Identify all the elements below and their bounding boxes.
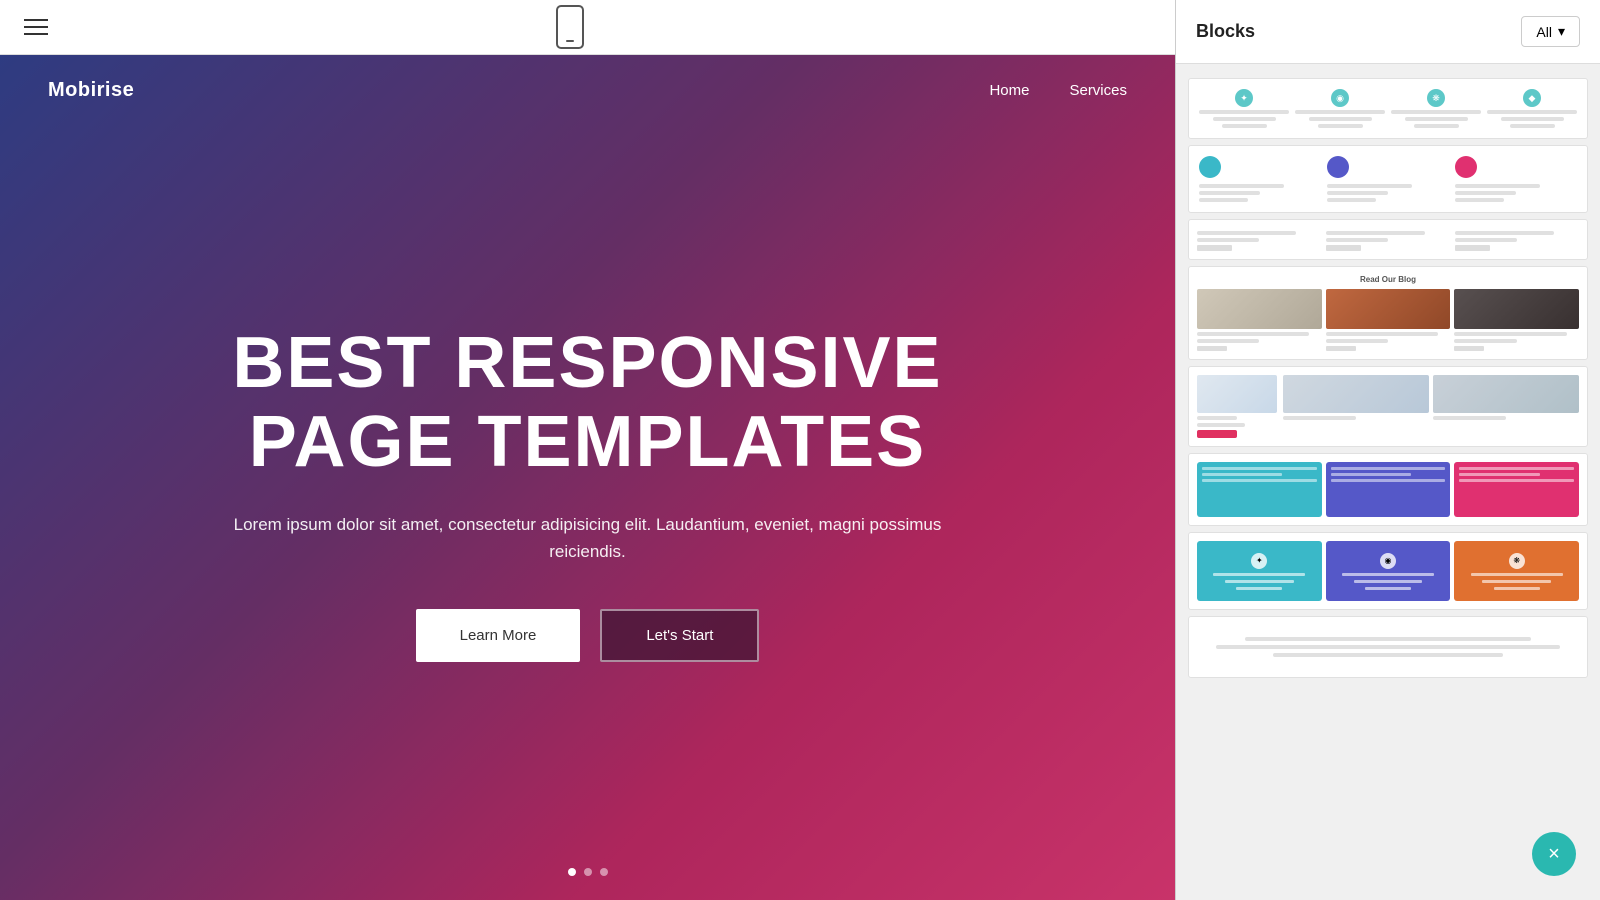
icon-1: ✦ bbox=[1235, 89, 1253, 107]
colorblock-teal: ✦ bbox=[1197, 541, 1322, 601]
blog-photo-2 bbox=[1326, 289, 1451, 329]
blocks-panel: Blocks All ▾ ✦ ◉ bbox=[1175, 0, 1600, 900]
article-img-3 bbox=[1433, 375, 1579, 413]
hero-title: BEST RESPONSIVE PAGE TEMPLATES bbox=[232, 324, 942, 482]
article-img-2 bbox=[1283, 375, 1429, 413]
icon-3: ❋ bbox=[1427, 89, 1445, 107]
carousel-dot-2[interactable] bbox=[584, 868, 592, 876]
block-thumbnail-photo-grid[interactable] bbox=[1188, 219, 1588, 260]
colorblock-icon-1: ✦ bbox=[1251, 553, 1267, 569]
block-thumbnail-color-blocks[interactable]: ✦ ◉ ❋ bbox=[1188, 532, 1588, 610]
block-thumbnail-circles[interactable] bbox=[1188, 145, 1588, 213]
colorblock-icon-3: ❋ bbox=[1509, 553, 1525, 569]
top-toolbar bbox=[0, 0, 1175, 55]
blocks-list: ✦ ◉ ❋ ◆ bbox=[1176, 64, 1600, 900]
block-thumbnail-icon-grid[interactable]: ✦ ◉ ❋ ◆ bbox=[1188, 78, 1588, 139]
phone-icon bbox=[556, 5, 584, 49]
blog-photo-3 bbox=[1454, 289, 1579, 329]
chevron-down-icon: ▾ bbox=[1558, 23, 1565, 40]
carousel-dot-1[interactable] bbox=[568, 868, 576, 876]
hero-section: Mobirise Home Services BEST RESPONSIVE P… bbox=[0, 55, 1175, 900]
device-preview-button[interactable] bbox=[556, 5, 584, 49]
block-thumbnail-blog[interactable]: Read Our Blog bbox=[1188, 266, 1588, 360]
blog-photo-1 bbox=[1197, 289, 1322, 329]
carousel-dots bbox=[568, 868, 608, 876]
blocks-title: Blocks bbox=[1196, 21, 1255, 42]
all-dropdown[interactable]: All ▾ bbox=[1521, 16, 1580, 47]
hero-buttons: Learn More Let's Start bbox=[416, 609, 760, 662]
lets-start-button[interactable]: Let's Start bbox=[600, 609, 759, 662]
service-card-pink bbox=[1454, 462, 1579, 517]
hamburger-icon[interactable] bbox=[24, 19, 48, 35]
service-card-teal bbox=[1197, 462, 1322, 517]
red-button bbox=[1197, 430, 1237, 438]
circle-blue bbox=[1327, 156, 1349, 178]
icon-2: ◉ bbox=[1331, 89, 1349, 107]
blog-header-text: Read Our Blog bbox=[1197, 275, 1579, 284]
editor-area: Mobirise Home Services BEST RESPONSIVE P… bbox=[0, 0, 1175, 900]
icon-4: ◆ bbox=[1523, 89, 1541, 107]
learn-more-button[interactable]: Learn More bbox=[416, 609, 581, 662]
hero-subtitle: Lorem ipsum dolor sit amet, consectetur … bbox=[218, 511, 958, 565]
colorblock-orange: ❋ bbox=[1454, 541, 1579, 601]
close-button[interactable]: × bbox=[1532, 832, 1576, 876]
service-card-blue bbox=[1326, 462, 1451, 517]
canvas: Mobirise Home Services BEST RESPONSIVE P… bbox=[0, 55, 1175, 900]
circle-teal bbox=[1199, 156, 1221, 178]
block-thumbnail-partial[interactable] bbox=[1188, 616, 1588, 678]
carousel-dot-3[interactable] bbox=[600, 868, 608, 876]
hero-content: BEST RESPONSIVE PAGE TEMPLATES Lorem ips… bbox=[0, 86, 1175, 900]
circle-pink bbox=[1455, 156, 1477, 178]
block-thumbnail-service-cards[interactable] bbox=[1188, 453, 1588, 526]
block-thumbnail-article[interactable] bbox=[1188, 366, 1588, 447]
blocks-header: Blocks All ▾ bbox=[1176, 0, 1600, 64]
article-img-1 bbox=[1197, 375, 1277, 413]
colorblock-blue: ◉ bbox=[1326, 541, 1451, 601]
colorblock-icon-2: ◉ bbox=[1380, 553, 1396, 569]
